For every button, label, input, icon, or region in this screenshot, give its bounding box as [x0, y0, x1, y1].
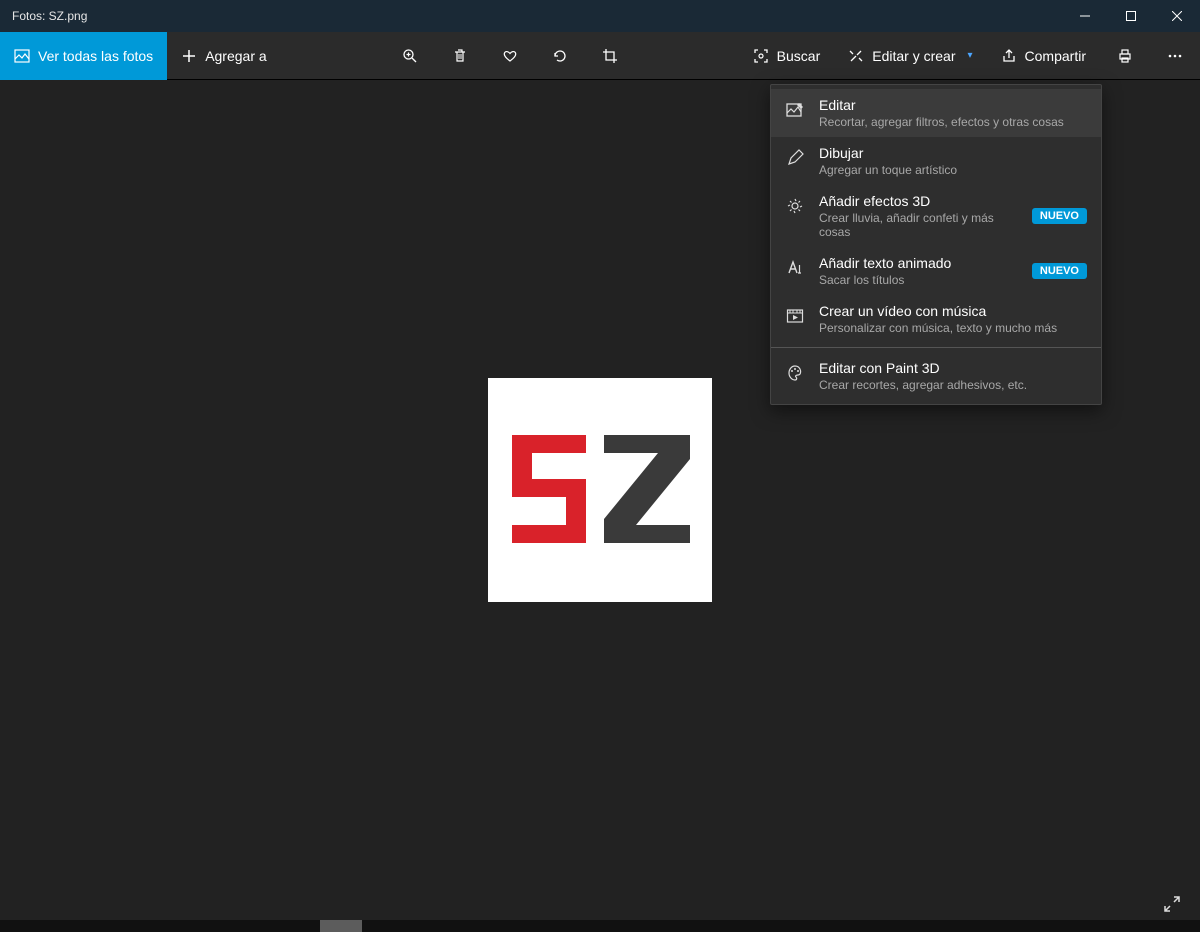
menu-item-video-music[interactable]: Crear un vídeo con música Personalizar c… [771, 295, 1101, 343]
share-icon [1001, 48, 1017, 64]
fullscreen-icon [1162, 894, 1182, 914]
plus-icon [181, 48, 197, 64]
menu-item-desc: Crear recortes, agregar adhesivos, etc. [819, 378, 1087, 392]
chevron-down-icon: ▾ [968, 50, 973, 61]
menu-item-desc: Sacar los títulos [819, 273, 1018, 287]
edit-create-button[interactable]: Editar y crear ▾ [834, 32, 986, 80]
taskbar-sliver [0, 920, 1200, 932]
video-icon [785, 306, 805, 326]
new-badge: NUEVO [1032, 208, 1087, 224]
menu-item-desc: Agregar un toque artístico [819, 163, 1087, 177]
view-all-label: Ver todas las fotos [38, 48, 153, 64]
menu-item-title: Añadir efectos 3D [819, 193, 1018, 209]
crop-button[interactable] [585, 32, 635, 80]
visual-search-icon [753, 48, 769, 64]
maximize-button[interactable] [1108, 0, 1154, 32]
print-button[interactable] [1100, 32, 1150, 80]
tools-icon [848, 48, 864, 64]
view-all-photos-button[interactable]: Ver todas las fotos [0, 32, 167, 80]
collection-icon [14, 48, 30, 64]
crop-icon [602, 48, 618, 64]
new-badge: NUEVO [1032, 263, 1087, 279]
edit-create-menu: Editar Recortar, agregar filtros, efecto… [770, 84, 1102, 405]
favorite-button[interactable] [485, 32, 535, 80]
window-controls [1062, 0, 1200, 32]
titlebar: Fotos: SZ.png [0, 0, 1200, 32]
rotate-icon [552, 48, 568, 64]
add-to-button[interactable]: Agregar a [167, 32, 280, 80]
animated-text-icon [785, 258, 805, 278]
search-button[interactable]: Buscar [739, 32, 835, 80]
minimize-button[interactable] [1062, 0, 1108, 32]
rotate-button[interactable] [535, 32, 585, 80]
more-icon [1167, 48, 1183, 64]
menu-item-edit[interactable]: Editar Recortar, agregar filtros, efecto… [771, 89, 1101, 137]
menu-item-title: Crear un vídeo con música [819, 303, 1087, 319]
delete-button[interactable] [435, 32, 485, 80]
menu-item-paint3d[interactable]: Editar con Paint 3D Crear recortes, agre… [771, 352, 1101, 400]
more-button[interactable] [1150, 32, 1200, 80]
edit-create-label: Editar y crear [872, 48, 955, 64]
menu-item-title: Añadir texto animado [819, 255, 1018, 271]
sz-logo [500, 425, 700, 555]
menu-item-animated-text[interactable]: Añadir texto animado Sacar los títulos N… [771, 247, 1101, 295]
fullscreen-button[interactable] [1156, 888, 1188, 920]
menu-item-3d-effects[interactable]: Añadir efectos 3D Crear lluvia, añadir c… [771, 185, 1101, 247]
share-button[interactable]: Compartir [987, 32, 1100, 80]
menu-item-desc: Personalizar con música, texto y mucho m… [819, 321, 1087, 335]
zoom-button[interactable] [385, 32, 435, 80]
pen-icon [785, 148, 805, 168]
search-label: Buscar [777, 48, 821, 64]
menu-item-desc: Crear lluvia, añadir confeti y más cosas [819, 211, 1018, 239]
share-label: Compartir [1025, 48, 1086, 64]
image-viewer[interactable] [488, 378, 712, 602]
edit-image-icon [785, 100, 805, 120]
print-icon [1117, 48, 1133, 64]
menu-item-title: Editar [819, 97, 1087, 113]
effects-3d-icon [785, 196, 805, 216]
menu-item-title: Dibujar [819, 145, 1087, 161]
menu-separator [771, 347, 1101, 348]
close-button[interactable] [1154, 0, 1200, 32]
heart-icon [502, 48, 518, 64]
menu-item-draw[interactable]: Dibujar Agregar un toque artístico [771, 137, 1101, 185]
add-to-label: Agregar a [205, 48, 266, 64]
menu-item-title: Editar con Paint 3D [819, 360, 1087, 376]
paint3d-icon [785, 363, 805, 383]
toolbar: Ver todas las fotos Agregar a [0, 32, 1200, 80]
window-title: Fotos: SZ.png [12, 9, 87, 23]
menu-item-desc: Recortar, agregar filtros, efectos y otr… [819, 115, 1087, 129]
trash-icon [452, 48, 468, 64]
taskbar-highlight [320, 920, 362, 932]
zoom-in-icon [402, 48, 418, 64]
